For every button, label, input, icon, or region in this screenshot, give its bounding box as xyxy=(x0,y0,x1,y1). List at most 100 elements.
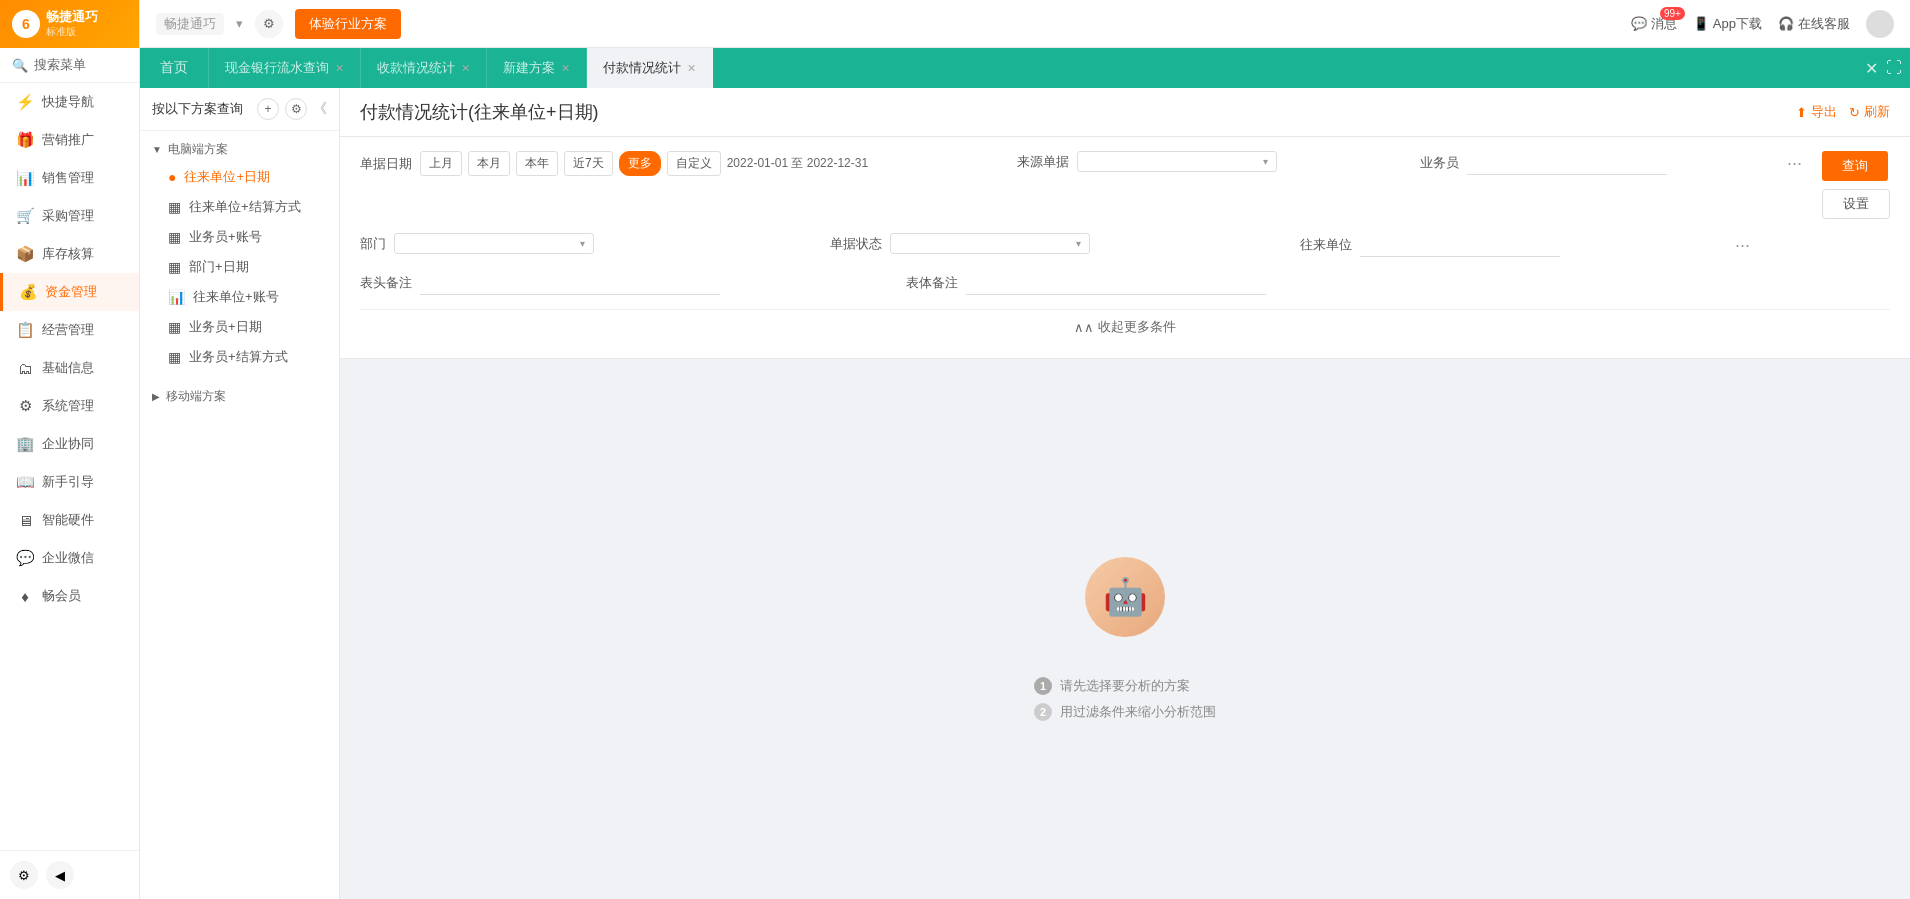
date-last-month-btn[interactable]: 上月 xyxy=(420,151,462,176)
sidebar-item-capital[interactable]: 💰 资金管理 xyxy=(0,273,139,311)
sidebar-item-sales[interactable]: 📊 销售管理 xyxy=(0,159,139,197)
source-select[interactable]: ▾ xyxy=(1077,151,1277,172)
source-select-arrow-icon: ▾ xyxy=(1263,156,1268,167)
scheme-item-5[interactable]: ▦ 业务员+日期 xyxy=(140,312,339,342)
tab-new-scheme-close[interactable]: ✕ xyxy=(561,62,570,75)
scheme-list-desktop: ● 往来单位+日期 ▦ 往来单位+结算方式 ▦ 业务员+账号 ▦ 部门+日期 xyxy=(140,162,339,372)
sidebar-item-marketing[interactable]: 🎁 营销推广 xyxy=(0,121,139,159)
sidebar-item-operations[interactable]: 📋 经营管理 xyxy=(0,311,139,349)
cooperation-icon: 🏢 xyxy=(16,435,34,453)
tab-payment-stats[interactable]: 收款情况统计 ✕ xyxy=(361,48,487,88)
tab-new-scheme[interactable]: 新建方案 ✕ xyxy=(487,48,587,88)
table-header-note-input[interactable] xyxy=(420,271,720,295)
sidebar-item-wechat[interactable]: 💬 企业微信 xyxy=(0,539,139,577)
tab-cash-flow[interactable]: 现金银行流水查询 ✕ xyxy=(209,48,361,88)
messages-button[interactable]: 💬 消息 99+ xyxy=(1631,15,1677,33)
collapse-filter-button[interactable]: ∧∧ 收起更多条件 xyxy=(360,309,1890,344)
table-body-note-input[interactable] xyxy=(966,271,1266,295)
add-icon: + xyxy=(264,102,271,116)
sidebar-item-hardware[interactable]: 🖥 智能硬件 xyxy=(0,501,139,539)
quick-nav-icon: ⚡ xyxy=(16,93,34,111)
sidebar-item-cooperation[interactable]: 🏢 企业协同 xyxy=(0,425,139,463)
app-download-button[interactable]: 📱 App下载 xyxy=(1693,15,1762,33)
sidebar-footer: ⚙ ◀ xyxy=(0,850,139,899)
date-this-month-btn[interactable]: 本月 xyxy=(468,151,510,176)
counterpart-dots-button[interactable]: ··· xyxy=(1735,235,1750,256)
date-7days-btn[interactable]: 近7天 xyxy=(564,151,613,176)
filter-row-2: 部门 ▾ 单据状态 ▾ 往来单位 xyxy=(360,233,1890,257)
scheme-group-desktop-header[interactable]: ▼ 电脑端方案 xyxy=(140,137,339,162)
sales-icon: 📊 xyxy=(16,169,34,187)
scheme-item-0[interactable]: ● 往来单位+日期 xyxy=(140,162,339,192)
filter-area: 单据日期 上月 本月 本年 近7天 更多 自定义 2022-01-01 至 20… xyxy=(340,137,1910,359)
dept-select[interactable]: ▾ xyxy=(394,233,594,254)
sidebar-item-guide[interactable]: 📖 新手引导 xyxy=(0,463,139,501)
topbar-gear-button[interactable]: ⚙ xyxy=(255,10,283,38)
page-header: 付款情况统计(往来单位+日期) ⬆ 导出 ↻ 刷新 xyxy=(340,88,1910,137)
query-button[interactable]: 查询 xyxy=(1822,151,1888,181)
sidebar-search[interactable]: 🔍 搜索菜单 xyxy=(0,48,139,83)
avatar[interactable] xyxy=(1866,10,1894,38)
tabs-spacer xyxy=(713,48,1857,88)
scheme-header-icons: + ⚙ 《 xyxy=(257,98,327,120)
counterpart-input[interactable] xyxy=(1360,233,1560,257)
marketing-icon: 🎁 xyxy=(16,131,34,149)
order-status-select[interactable]: ▾ xyxy=(890,233,1090,254)
topbar-brand: 畅捷通巧 xyxy=(156,13,224,35)
trial-button[interactable]: 体验行业方案 xyxy=(295,9,401,39)
sidebar-item-quick-nav[interactable]: ⚡ 快捷导航 xyxy=(0,83,139,121)
scheme-settings-button[interactable]: ⚙ xyxy=(285,98,307,120)
close-all-tabs-button[interactable]: ✕ xyxy=(1865,59,1878,78)
empty-hint-1: 1 请先选择要分析的方案 xyxy=(1034,677,1216,695)
filter-table-header-note: 表头备注 xyxy=(360,271,886,295)
scheme-group-mobile-header[interactable]: ▶ 移动端方案 xyxy=(140,384,339,409)
filter-counterpart: 往来单位 ··· xyxy=(1300,233,1750,257)
topbar-actions: 💬 消息 99+ 📱 App下载 🎧 在线客服 xyxy=(1631,10,1894,38)
scheme-item-6-icon: ▦ xyxy=(168,349,181,365)
salesperson-input[interactable] xyxy=(1467,151,1667,175)
sidebar-item-inventory[interactable]: 📦 库存核算 xyxy=(0,235,139,273)
tab-cash-flow-close[interactable]: ✕ xyxy=(335,62,344,75)
scheme-item-4-icon: 📊 xyxy=(168,289,185,305)
date-custom-btn[interactable]: 自定义 xyxy=(667,151,721,176)
scheme-item-4[interactable]: 📊 往来单位+账号 xyxy=(140,282,339,312)
scheme-add-button[interactable]: + xyxy=(257,98,279,120)
salesperson-dots-button[interactable]: ··· xyxy=(1787,153,1802,174)
export-button[interactable]: ⬆ 导出 xyxy=(1796,103,1837,121)
sidebar-item-member[interactable]: ♦ 畅会员 xyxy=(0,577,139,615)
refresh-button[interactable]: ↻ 刷新 xyxy=(1849,103,1890,121)
filter-source: 来源单据 ▾ xyxy=(1017,151,1399,172)
scheme-group-desktop: ▼ 电脑端方案 ● 往来单位+日期 ▦ 往来单位+结算方式 ▦ 业务员+账号 xyxy=(140,131,339,378)
empty-hint-2: 2 用过滤条件来缩小分析范围 xyxy=(1034,703,1216,721)
settings-button[interactable]: ⚙ xyxy=(10,861,38,889)
operations-icon: 📋 xyxy=(16,321,34,339)
guide-icon: 📖 xyxy=(16,473,34,491)
hint-num-2: 2 xyxy=(1034,703,1052,721)
date-more-btn[interactable]: 更多 xyxy=(619,151,661,176)
date-this-year-btn[interactable]: 本年 xyxy=(516,151,558,176)
sidebar-collapse-button[interactable]: ◀ xyxy=(46,861,74,889)
setting-button[interactable]: 设置 xyxy=(1822,189,1890,219)
tab-payment-situation[interactable]: 付款情况统计 ✕ xyxy=(587,48,713,88)
tab-payment-situation-close[interactable]: ✕ xyxy=(687,62,696,75)
scheme-item-1[interactable]: ▦ 往来单位+结算方式 xyxy=(140,192,339,222)
hint-num-1: 1 xyxy=(1034,677,1052,695)
tabs: 首页 现金银行流水查询 ✕ 收款情况统计 ✕ 新建方案 ✕ 付款情况统计 ✕ ✕… xyxy=(140,48,1910,88)
collapse-icon: ◀ xyxy=(55,868,65,883)
topbar-dropdown-arrow[interactable]: ▾ xyxy=(236,16,243,31)
maximize-button[interactable]: ⛶ xyxy=(1886,59,1902,77)
scheme-item-6[interactable]: ▦ 业务员+结算方式 xyxy=(140,342,339,372)
filter-salesperson: 业务员 ··· xyxy=(1420,151,1802,175)
tab-home[interactable]: 首页 xyxy=(140,48,209,88)
sidebar-item-basic[interactable]: 🗂 基础信息 xyxy=(0,349,139,387)
online-service-button[interactable]: 🎧 在线客服 xyxy=(1778,15,1850,33)
message-icon: 💬 xyxy=(1631,16,1647,31)
scheme-item-3[interactable]: ▦ 部门+日期 xyxy=(140,252,339,282)
sidebar-item-purchase[interactable]: 🛒 采购管理 xyxy=(0,197,139,235)
filter-actions: 查询 设置 xyxy=(1822,151,1890,219)
scheme-item-2[interactable]: ▦ 业务员+账号 xyxy=(140,222,339,252)
tab-payment-stats-close[interactable]: ✕ xyxy=(461,62,470,75)
search-icon: 🔍 xyxy=(12,58,28,73)
sidebar-item-system[interactable]: ⚙ 系统管理 xyxy=(0,387,139,425)
scheme-collapse-button[interactable]: 《 xyxy=(313,100,327,118)
